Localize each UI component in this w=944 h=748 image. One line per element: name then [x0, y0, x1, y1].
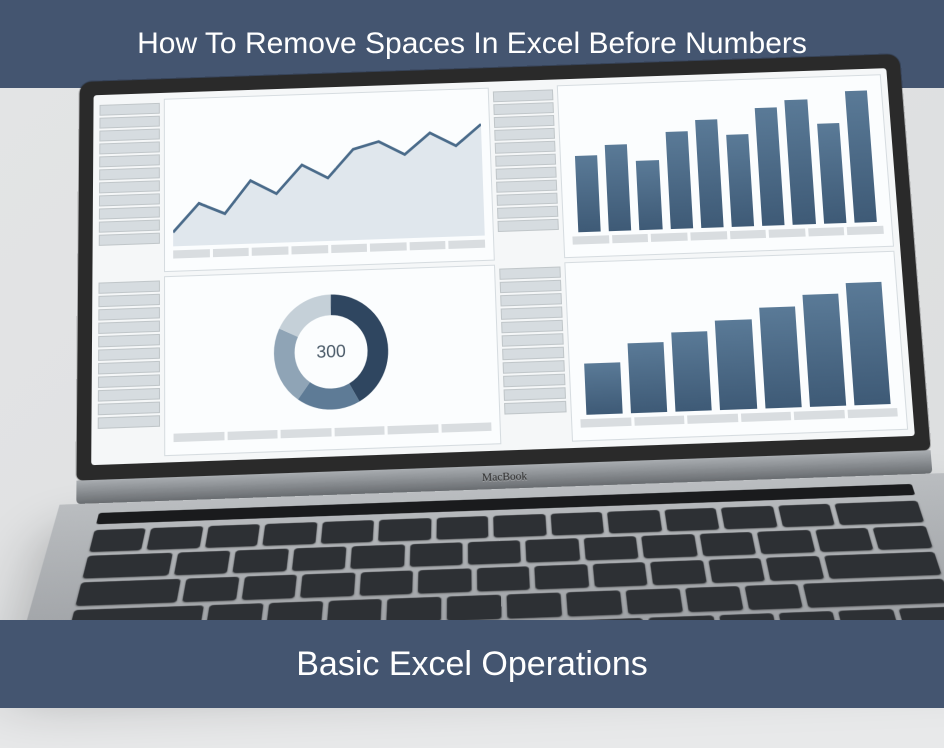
bar: [584, 363, 623, 415]
subtitle-text: Basic Excel Operations: [296, 645, 648, 684]
keyboard-key: [467, 540, 521, 564]
laptop-screen: 300: [91, 68, 915, 465]
keyboard-key: [625, 588, 682, 614]
keyboard-key: [534, 564, 588, 589]
keyboard-key: [476, 566, 530, 591]
keyboard-key: [550, 512, 604, 536]
bar: [575, 155, 601, 233]
bar-chart-bottom-bars: [574, 260, 897, 415]
line-chart-fill: [173, 124, 485, 246]
bar: [665, 131, 693, 229]
bar-chart-top-panel: [557, 74, 894, 258]
keyboard-key: [182, 577, 239, 602]
keyboard-key: [75, 579, 181, 606]
keyboard-key: [447, 595, 502, 621]
keyboard-key: [699, 532, 756, 556]
laptop-brand-label: MacBook: [482, 470, 528, 484]
keyboard-key: [664, 508, 720, 531]
keyboard-key: [300, 573, 355, 598]
line-chart-panel: [164, 88, 495, 272]
keyboard-key: [291, 546, 346, 571]
keyboard-key: [872, 526, 932, 550]
bar: [605, 144, 632, 231]
keyboard-key: [205, 524, 260, 548]
bar: [715, 319, 757, 410]
donut-chart: 300: [269, 287, 395, 416]
bar: [726, 134, 754, 227]
bar: [802, 293, 846, 407]
bar: [695, 119, 724, 228]
keyboard-key: [232, 549, 288, 574]
keyboard-key: [525, 538, 579, 562]
keyboard-key: [684, 586, 742, 612]
bar: [636, 160, 662, 231]
keyboard-key: [241, 575, 297, 600]
bar: [845, 90, 877, 222]
bar: [755, 107, 785, 226]
keyboard-key: [359, 570, 413, 595]
keyboard-key: [815, 528, 874, 552]
keyboard-key: [566, 590, 622, 616]
keyboard-key: [89, 528, 146, 552]
keyboard-key: [436, 516, 488, 540]
donut-chart-panel: 300: [164, 265, 501, 457]
bar: [759, 306, 802, 408]
spreadsheet-cells-mid-top: [493, 85, 560, 260]
keyboard-key: [418, 568, 471, 593]
laptop-screen-bezel: 300: [76, 54, 930, 481]
bar-chart-bottom-panel: [564, 251, 908, 442]
keyboard-key: [777, 504, 834, 527]
spreadsheet-cells-left-top: [99, 99, 160, 274]
hero-scene: 300 MacBook: [0, 88, 944, 620]
keyboard-key: [607, 510, 662, 533]
keyboard-key: [592, 562, 647, 587]
subtitle-banner: Basic Excel Operations: [0, 620, 944, 708]
keyboard-key: [262, 522, 317, 546]
bar: [628, 342, 668, 413]
keyboard-key: [147, 526, 203, 550]
bar: [817, 123, 847, 224]
bar: [785, 99, 816, 225]
bar: [672, 331, 713, 412]
keyboard-key: [721, 506, 777, 529]
keyboard-key: [378, 518, 431, 542]
keyboard-key: [824, 552, 941, 579]
spreadsheet-cells-mid-bottom: [499, 262, 568, 444]
keyboard-key: [641, 534, 697, 558]
keyboard-key: [583, 536, 638, 560]
keyboard-key: [744, 584, 803, 610]
spreadsheet-cells-left-bottom: [98, 276, 161, 458]
keyboard-key: [320, 520, 374, 544]
bar: [845, 282, 890, 406]
keyboard-key: [350, 544, 404, 568]
keyboard-key: [757, 530, 815, 554]
keyboard-key: [708, 558, 765, 583]
keyboard-key: [834, 501, 923, 525]
keyboard-key: [506, 592, 561, 618]
keyboard-key: [766, 556, 824, 581]
keyboard-key: [493, 514, 546, 538]
keyboard-key: [803, 579, 944, 608]
bar-chart-top-bars: [566, 83, 883, 232]
keyboard-key: [409, 542, 462, 566]
title-text: How To Remove Spaces In Excel Before Num…: [137, 27, 807, 61]
keyboard-key: [650, 560, 706, 585]
keyboard-key: [173, 551, 230, 576]
keyboard-key: [82, 553, 172, 579]
donut-center-label: 300: [316, 341, 346, 362]
